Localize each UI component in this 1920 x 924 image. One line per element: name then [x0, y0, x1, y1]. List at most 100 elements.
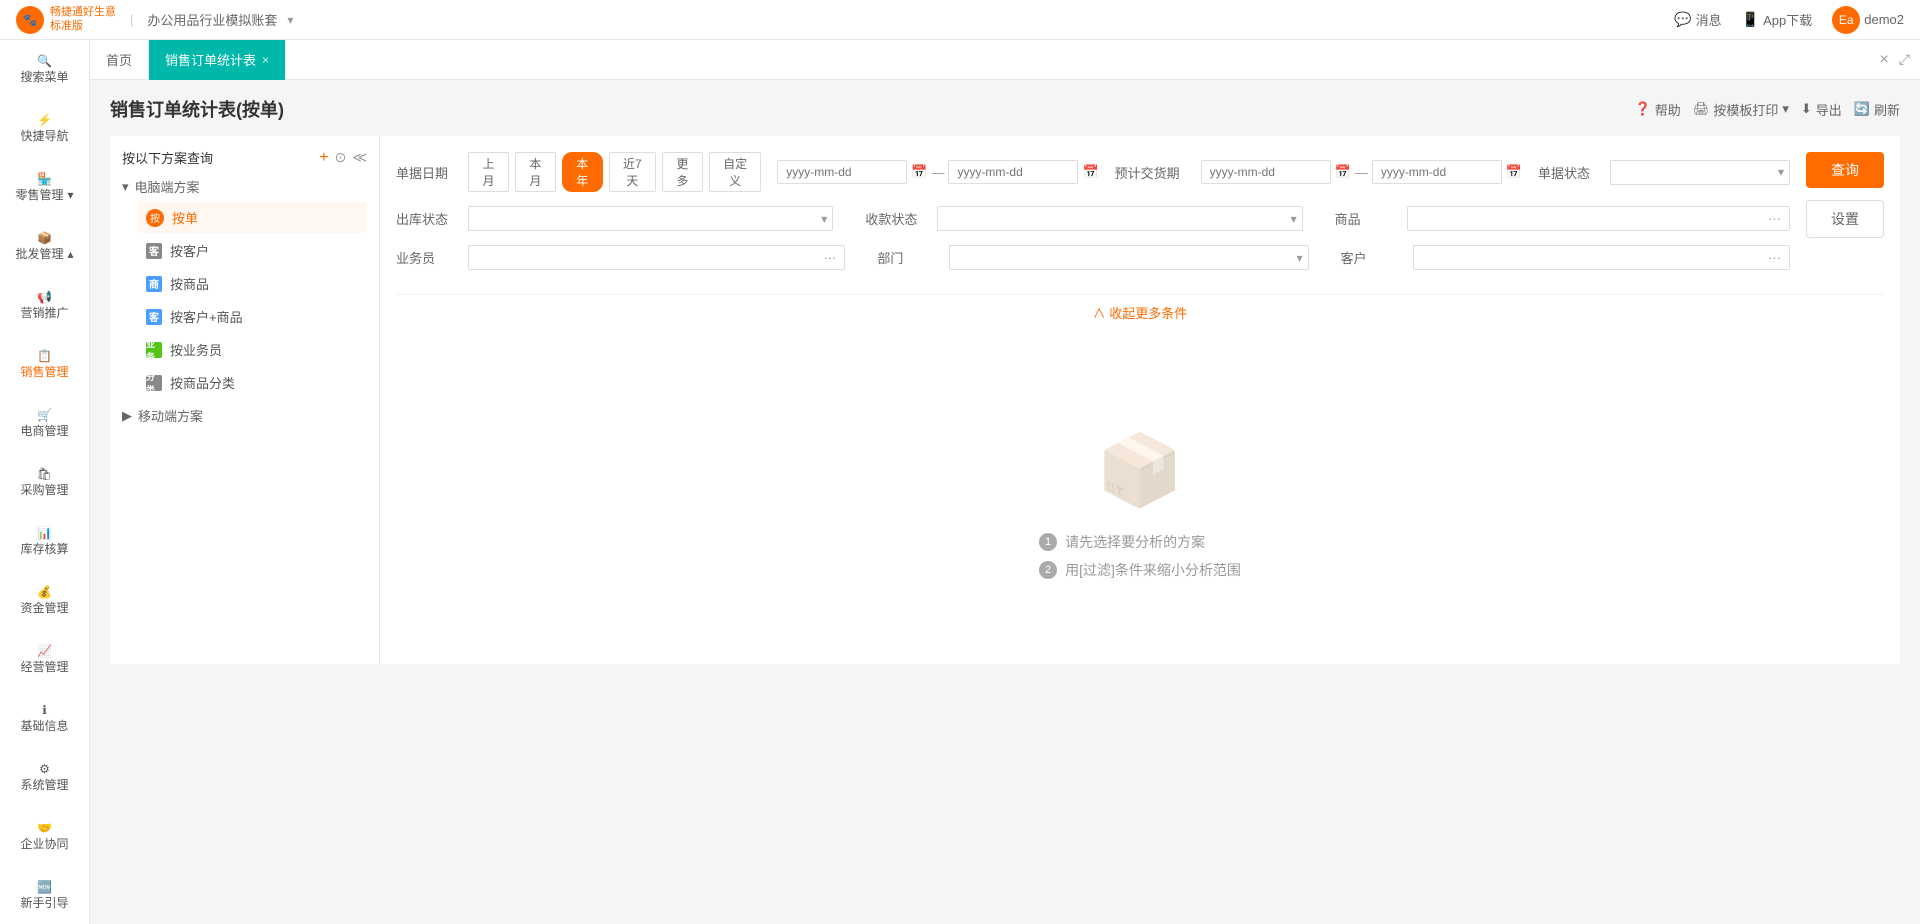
goods-more-icon[interactable]: ···	[1768, 211, 1781, 226]
scheme-item-by-salesperson[interactable]: 业务 按业务员	[138, 334, 367, 365]
hint-num-1: 1	[1039, 533, 1057, 551]
goods-input-wrapper: ···	[1407, 206, 1790, 231]
date-btn-this-month[interactable]: 本月	[515, 152, 556, 192]
sidebar-item-basic-info[interactable]: ℹ 基础信息	[0, 689, 89, 748]
dept-label: 部门	[877, 248, 933, 267]
pay-status-select[interactable]	[937, 206, 1302, 231]
collapse-scheme-icon[interactable]: ≪	[352, 149, 367, 167]
phone-icon: 📱	[1742, 11, 1759, 28]
category-pc-label: 电脑端方案	[135, 177, 200, 196]
sidebar-item-guide[interactable]: 🆕 新手引导	[0, 866, 89, 924]
tab-close-icon[interactable]: ×	[262, 53, 269, 67]
salesperson-more-icon[interactable]: ···	[823, 250, 836, 265]
date-btn-more[interactable]: 更多	[662, 152, 703, 192]
calendar-end-icon[interactable]: 📅	[1082, 164, 1098, 180]
print-btn[interactable]: 🖨 按模板打印 ▾	[1693, 100, 1789, 119]
sidebar-item-retail[interactable]: 🏪 零售管理 ▾	[0, 158, 89, 217]
doc-status-select[interactable]	[1610, 160, 1790, 185]
print-icon: 🖨	[1693, 101, 1710, 117]
sidebar-item-ecommerce[interactable]: 🛒 电商管理	[0, 394, 89, 453]
top-bar-left: 🐾 畅捷通好生意 标准版 | 办公用品行业模拟账套 ▾	[16, 6, 293, 34]
sidebar-item-inventory[interactable]: 📊 库存核算	[0, 512, 89, 571]
goods-input[interactable]	[1416, 211, 1768, 226]
content-area: 首页 销售订单统计表 × × ⤢ 销售订单统计表(按单) ❓ 帮助	[90, 40, 1920, 924]
pay-status-label: 收款状态	[865, 209, 921, 228]
date-start-input[interactable]	[777, 160, 907, 184]
date-quick-buttons: 上月 本月 本年 近7天 更多 自定义	[468, 152, 761, 192]
top-title: 办公用品行业模拟账套	[147, 10, 277, 29]
expected-date-label: 预计交货期	[1115, 163, 1185, 182]
scheme-item-by-customer-goods[interactable]: 客 按客户+商品	[138, 301, 367, 332]
scheme-category-pc[interactable]: ▾ 电脑端方案	[122, 177, 367, 196]
tab-current[interactable]: 销售订单统计表 ×	[149, 40, 286, 80]
filter-row-1: 单据日期 上月 本月 本年 近7天 更多 自定义	[396, 152, 1790, 192]
sidebar-item-search[interactable]: 🔍 搜索菜单	[0, 40, 89, 99]
sidebar-item-system[interactable]: ⚙ 系统管理	[0, 748, 89, 807]
date-end-input[interactable]	[948, 160, 1078, 184]
out-status-select[interactable]	[468, 206, 833, 231]
expected-date-end-input[interactable]	[1372, 160, 1502, 184]
hint-num-2: 2	[1039, 561, 1057, 579]
scheme-item-by-customer[interactable]: 客 按客户	[138, 235, 367, 266]
window-maximize-btn[interactable]: ⤢	[1899, 51, 1910, 68]
logo-icon: 🐾	[16, 6, 44, 34]
scheme-tree: ▾ 电脑端方案 按 按单 客 按客户	[122, 177, 367, 425]
collapse-section: ∧ 收起更多条件	[396, 294, 1884, 330]
main-layout: 按以下方案查询 + ⊙ ≪ ▾ 电脑端方案	[110, 136, 1900, 664]
sidebar-item-quick-nav[interactable]: ⚡ 快捷导航	[0, 99, 89, 158]
pay-status-select-wrapper	[937, 206, 1302, 231]
sidebar-item-enterprise[interactable]: 🤝 企业协同	[0, 807, 89, 866]
app-download-btn[interactable]: 📱 App下载	[1742, 10, 1813, 29]
sidebar-item-purchase[interactable]: 🛍 采购管理	[0, 453, 89, 512]
date-btn-last-month[interactable]: 上月	[468, 152, 509, 192]
sidebar-item-operation[interactable]: 📈 经营管理	[0, 630, 89, 689]
tab-home[interactable]: 首页	[90, 40, 149, 80]
date-label: 单据日期	[396, 163, 452, 182]
chevron-down-icon: ▾	[122, 179, 129, 195]
salesperson-input[interactable]	[477, 250, 823, 265]
top-title-arrow[interactable]: ▾	[287, 13, 293, 27]
date-btn-custom[interactable]: 自定义	[709, 152, 761, 192]
sidebar-item-sales[interactable]: 📋 销售管理	[0, 335, 89, 394]
edit-scheme-icon[interactable]: ⊙	[335, 149, 347, 167]
refresh-btn[interactable]: 🔄 刷新	[1854, 100, 1900, 119]
customer-goods-scheme-icon: 客	[146, 309, 162, 325]
export-btn[interactable]: ⬇ 导出	[1801, 100, 1842, 119]
user-area[interactable]: Ea demo2	[1832, 6, 1904, 34]
scheme-category-mobile[interactable]: ▶ 移动端方案	[122, 406, 367, 425]
dept-select[interactable]	[949, 245, 1308, 270]
salesperson-scheme-icon: 业务	[146, 342, 162, 358]
help-btn[interactable]: ❓ 帮助	[1635, 100, 1681, 119]
expected-date-start-input[interactable]	[1201, 160, 1331, 184]
expected-calendar-start-icon[interactable]: 📅	[1335, 164, 1351, 180]
top-bar: 🐾 畅捷通好生意 标准版 | 办公用品行业模拟账套 ▾ 💬 消息 📱 App下载…	[0, 0, 1920, 40]
collapse-btn[interactable]: ∧ 收起更多条件	[1093, 306, 1188, 321]
customer-more-icon[interactable]: ···	[1768, 250, 1781, 265]
message-btn[interactable]: 💬 消息	[1674, 10, 1721, 29]
page-title: 销售订单统计表(按单)	[110, 96, 284, 122]
date-btn-7days[interactable]: 近7天	[609, 152, 656, 192]
salesperson-label: 业务员	[396, 248, 452, 267]
sidebar-item-finance[interactable]: 💰 资金管理	[0, 571, 89, 630]
customer-input[interactable]	[1422, 250, 1768, 265]
add-scheme-icon[interactable]: +	[319, 149, 328, 167]
scheme-item-by-goods[interactable]: 商 按商品	[138, 268, 367, 299]
expected-calendar-end-icon[interactable]: 📅	[1506, 164, 1522, 180]
scheme-item-by-category[interactable]: 分类 按商品分类	[138, 367, 367, 398]
sidebar-item-marketing[interactable]: 📢 营销推广	[0, 276, 89, 335]
avatar: Ea	[1832, 6, 1860, 34]
empty-hint-1: 1 请先选择要分析的方案	[1039, 532, 1241, 552]
empty-hint-2: 2 用[过滤]条件来缩小分析范围	[1039, 560, 1241, 580]
window-close-btn[interactable]: ×	[1879, 51, 1888, 69]
chevron-right-icon: ▶	[122, 408, 132, 424]
scheme-item-by-order[interactable]: 按 按单	[138, 202, 367, 233]
filter-btn-area: 查询 设置	[1806, 152, 1884, 284]
help-icon: ❓	[1635, 101, 1651, 117]
page-actions: ❓ 帮助 🖨 按模板打印 ▾ ⬇ 导出 🔄 刷新	[1635, 100, 1900, 119]
date-btn-this-year[interactable]: 本年	[562, 152, 603, 192]
empty-state-icon: 📦	[1096, 430, 1183, 512]
query-button[interactable]: 查询	[1806, 152, 1884, 188]
setting-button[interactable]: 设置	[1806, 200, 1884, 238]
sidebar-item-wholesale[interactable]: 📦 批发管理 ▴	[0, 217, 89, 276]
calendar-start-icon[interactable]: 📅	[911, 164, 927, 180]
